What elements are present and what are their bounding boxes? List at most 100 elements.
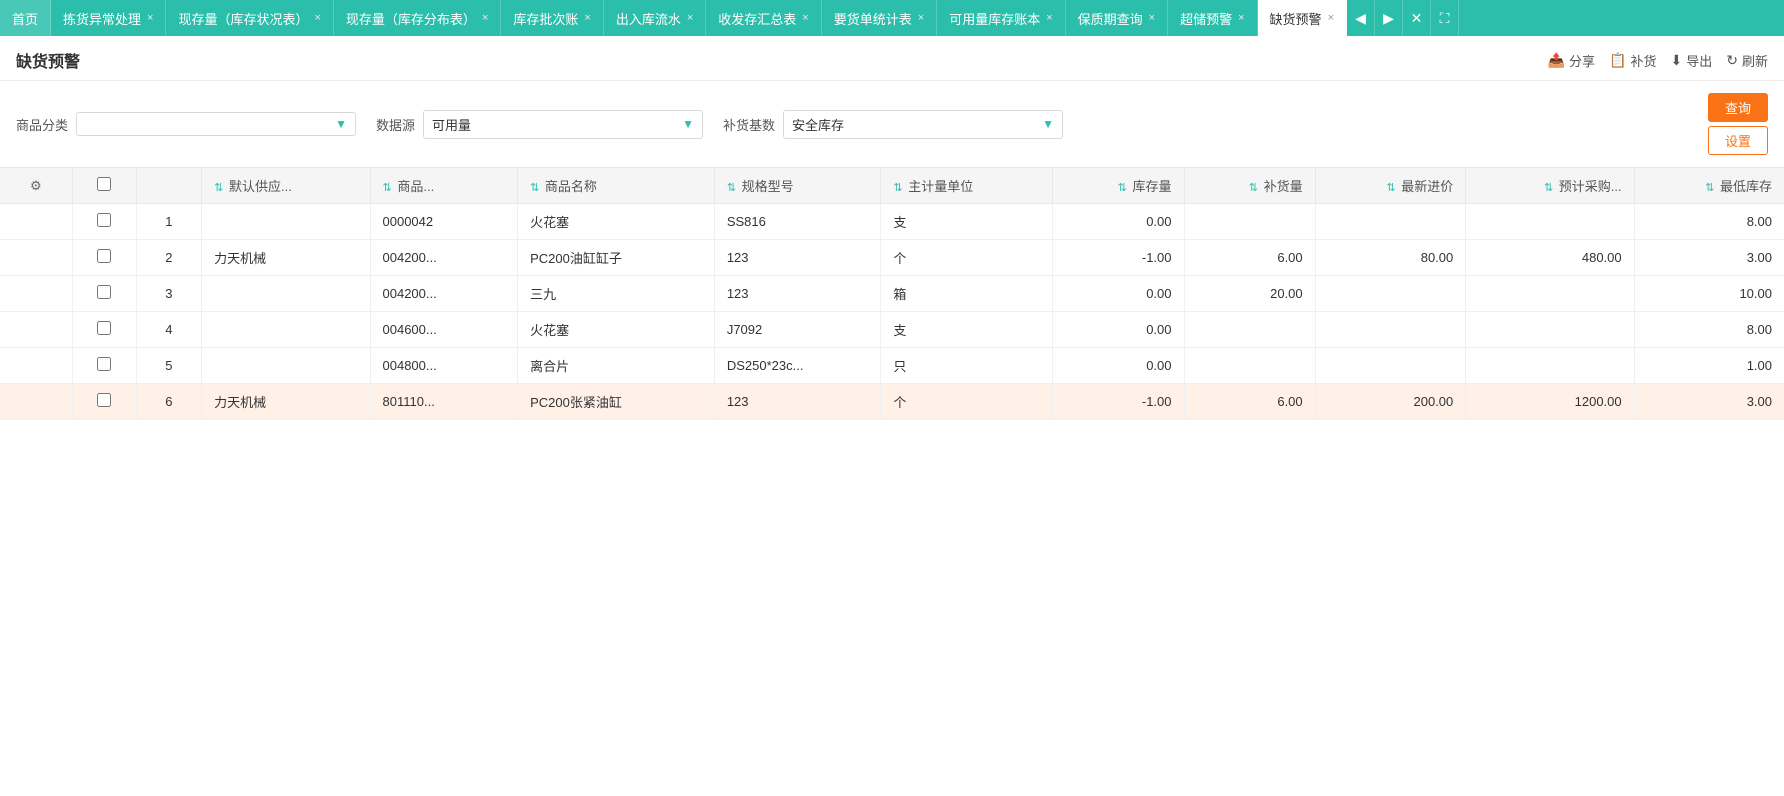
tab-5-close[interactable]: × [687,12,693,24]
row-index: 5 [136,348,202,384]
tab-3-close[interactable]: × [482,12,488,24]
row-code: 004200... [370,276,518,312]
tab-5[interactable]: 出入库流水 × [604,0,706,36]
tab-prev-button[interactable]: ◀ [1347,0,1375,36]
col-header-spec[interactable]: ⇅ 规格型号 [714,168,881,204]
tab-4-close[interactable]: × [584,12,590,24]
filter-bar: 商品分类 ▼ 数据源 可用量 ▼ 补货基数 安全库存 ▼ 查询 设置 [0,81,1784,167]
share-label: 分享 [1569,51,1595,70]
row-purchase [1466,312,1634,348]
tab-home[interactable]: 首页 [0,0,51,36]
sort-price-icon: ⇅ [1386,182,1395,194]
col-header-stock[interactable]: ⇅ 库存量 [1053,168,1184,204]
row-settings-cell [0,276,72,312]
row-checkbox-cell[interactable] [72,348,136,384]
col-header-purchase[interactable]: ⇅ 预计采购... [1466,168,1634,204]
row-checkbox[interactable] [97,393,111,407]
row-checkbox[interactable] [97,357,111,371]
col-header-replenish[interactable]: ⇅ 补货量 [1184,168,1315,204]
row-minstock: 3.00 [1634,384,1784,420]
row-checkbox[interactable] [97,285,111,299]
tab-11[interactable]: 缺货预警 × [1258,0,1347,36]
col-header-price[interactable]: ⇅ 最新进价 [1315,168,1466,204]
row-spec: J7092 [714,312,881,348]
row-checkbox-cell[interactable] [72,276,136,312]
tab-6-close[interactable]: × [802,12,808,24]
row-checkbox[interactable] [97,321,111,335]
col-header-code[interactable]: ⇅ 商品... [370,168,518,204]
datasource-select[interactable]: 可用量 ▼ [423,110,703,139]
tab-8-close[interactable]: × [1046,12,1052,24]
datasource-chevron-icon: ▼ [682,117,694,131]
row-checkbox[interactable] [97,213,111,227]
share-button[interactable]: 📤 分享 [1548,51,1595,70]
refresh-button[interactable]: ↻ 刷新 [1726,51,1768,70]
row-checkbox-cell[interactable] [72,312,136,348]
tab-3-label: 现存量（库存分布表） [346,9,476,28]
tab-2-close[interactable]: × [314,12,320,24]
col-header-supplier[interactable]: ⇅ 默认供应... [202,168,370,204]
filter-actions: 查询 设置 [1708,93,1768,155]
row-checkbox-cell[interactable] [72,240,136,276]
tab-2[interactable]: 现存量（库存状况表） × [166,0,333,36]
tab-7-close[interactable]: × [918,12,924,24]
page-title: 缺货预警 [16,48,80,72]
query-button[interactable]: 查询 [1708,93,1768,122]
tab-1-close[interactable]: × [147,12,153,24]
table-header-row: ⚙ ⇅ 默认供应... ⇅ 商品... ⇅ [0,168,1784,204]
tab-9-close[interactable]: × [1149,12,1155,24]
category-filter-label: 商品分类 [16,115,68,134]
tab-11-close[interactable]: × [1328,12,1334,24]
row-name: 离合片 [518,348,715,384]
row-supplier: 力天机械 [202,384,370,420]
col-header-unit[interactable]: ⇅ 主计量单位 [881,168,1053,204]
settings-button[interactable]: 设置 [1708,126,1768,155]
col-name-label: 商品名称 [545,179,597,194]
tab-6[interactable]: 收发存汇总表 × [706,0,821,36]
sort-supplier-icon: ⇅ [214,182,223,194]
row-checkbox-cell[interactable] [72,204,136,240]
col-header-minstock[interactable]: ⇅ 最低库存 [1634,168,1784,204]
settings-col-icon[interactable]: ⚙ [30,178,42,193]
tab-10-close[interactable]: × [1238,12,1244,24]
row-unit: 箱 [881,276,1053,312]
row-supplier [202,204,370,240]
tab-expand-button[interactable]: ⛶ [1431,0,1459,36]
col-header-name[interactable]: ⇅ 商品名称 [518,168,715,204]
row-price [1315,276,1466,312]
tab-10[interactable]: 超储预警 × [1168,0,1257,36]
row-supplier: 力天机械 [202,240,370,276]
row-index: 4 [136,312,202,348]
row-checkbox-cell[interactable] [72,384,136,420]
tab-next-button[interactable]: ▶ [1375,0,1403,36]
refresh-label: 刷新 [1742,51,1768,70]
page-header: 缺货预警 📤 分享 📋 补货 ⬇ 导出 ↻ 刷新 [0,36,1784,81]
col-unit-label: 主计量单位 [908,179,973,194]
export-button[interactable]: ⬇ 导出 [1671,51,1713,70]
tab-7[interactable]: 要货单统计表 × [822,0,937,36]
tab-close-all-button[interactable]: ✕ [1403,0,1431,36]
replenish-label: 补货 [1630,51,1656,70]
row-price: 80.00 [1315,240,1466,276]
tab-3[interactable]: 现存量（库存分布表） × [334,0,501,36]
col-header-checkbox[interactable] [72,168,136,204]
tab-9[interactable]: 保质期查询 × [1066,0,1168,36]
sort-purchase-icon: ⇅ [1544,182,1553,194]
row-price [1315,204,1466,240]
col-minstock-label: 最低库存 [1720,179,1772,194]
row-minstock: 1.00 [1634,348,1784,384]
category-chevron-icon: ▼ [335,117,347,131]
select-all-checkbox[interactable] [97,177,111,191]
row-replenish: 6.00 [1184,384,1315,420]
export-label: 导出 [1686,51,1712,70]
row-checkbox[interactable] [97,249,111,263]
sort-replenish-icon: ⇅ [1249,182,1258,194]
replenish-base-select[interactable]: 安全库存 ▼ [783,110,1063,139]
tab-1[interactable]: 拣货异常处理 × [51,0,166,36]
replenish-button[interactable]: 📋 补货 [1609,51,1656,70]
col-header-settings[interactable]: ⚙ [0,168,72,204]
category-select[interactable]: ▼ [76,112,356,136]
tab-4[interactable]: 库存批次账 × [501,0,603,36]
tab-8[interactable]: 可用量库存账本 × [937,0,1065,36]
sort-name-icon: ⇅ [530,182,539,194]
